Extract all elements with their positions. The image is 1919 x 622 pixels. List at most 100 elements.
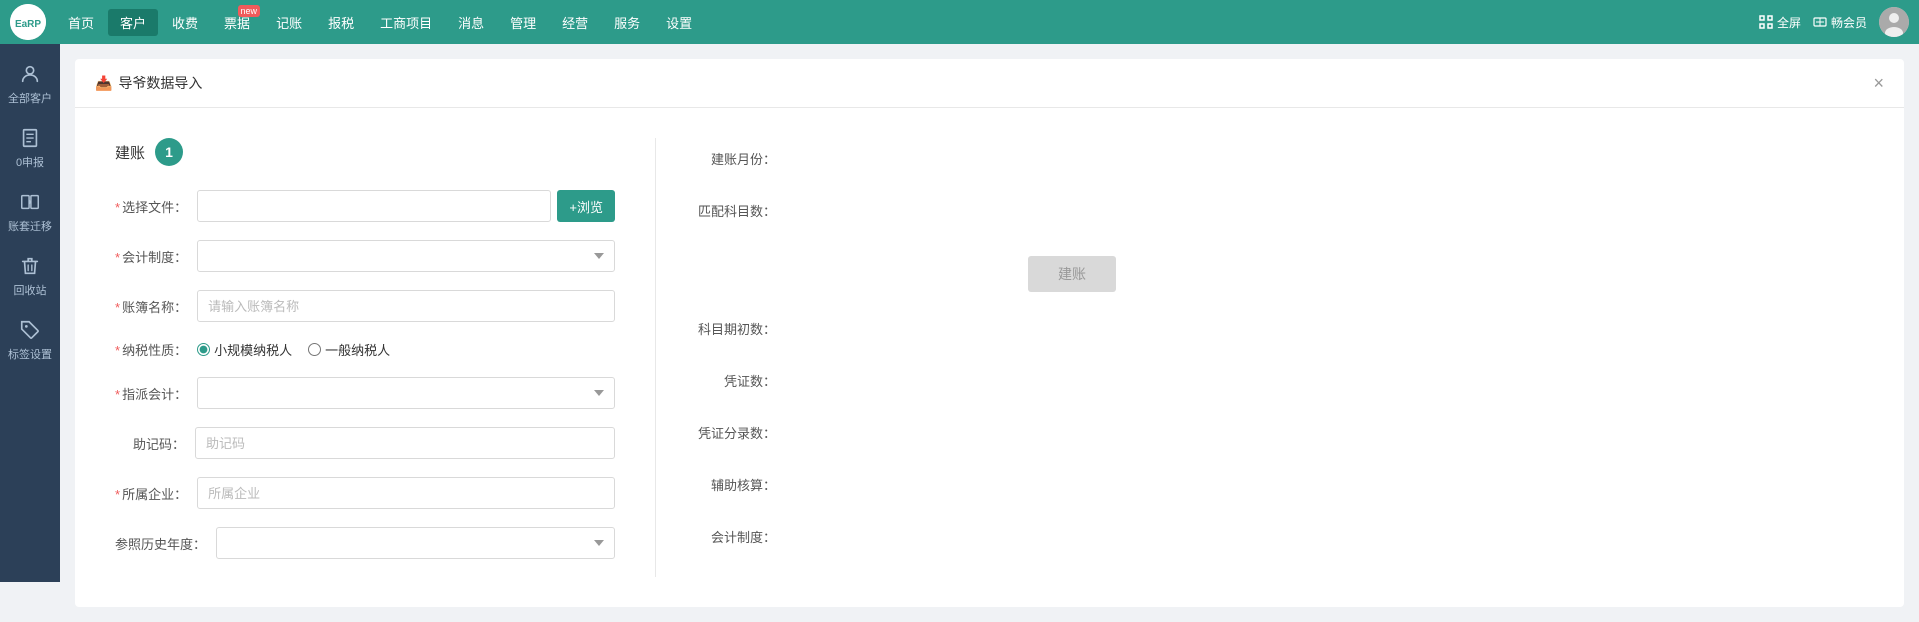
content-area: 📥 导爷数据导入 × 建账 1 *选择文件： <box>60 44 1919 622</box>
accounting-system-label: *会计制度： <box>115 247 197 266</box>
dialog-close-button[interactable]: × <box>1873 74 1884 92</box>
right-btn-area: 建账月份： 匹配科目数： 建账 科目期初数： <box>696 142 1176 572</box>
company-label: *所属企业： <box>115 484 197 503</box>
right-panel: 建账月份： 匹配科目数： 建账 科目期初数： <box>696 138 1176 577</box>
sidebar: 全部客户 0申报 账套迁移 回收站 <box>0 44 60 582</box>
history-year-select[interactable] <box>216 527 615 559</box>
accounting-system-info-label: 会计制度： <box>696 527 786 546</box>
tax-type-label: *纳税性质： <box>115 340 197 359</box>
sidebar-label-migration: 账套迁移 <box>8 218 52 234</box>
build-button[interactable]: 建账 <box>1028 256 1116 292</box>
accounting-system-select[interactable] <box>197 240 615 272</box>
sidebar-label-recycle: 回收站 <box>14 282 47 298</box>
book-name-input[interactable] <box>197 290 615 322</box>
build-month-label: 建账月份： <box>696 149 786 168</box>
nav-item-accounting[interactable]: 记账 <box>264 9 314 36</box>
aux-accounting-row: 辅助核算： <box>696 468 786 500</box>
tag-icon <box>18 318 42 342</box>
nav-item-fees[interactable]: 收费 <box>160 9 210 36</box>
nav-menu: 首页 客户 收费 票据 new 记账 报税 工商项目 消息 管理 经营 服务 设… <box>56 9 1759 36</box>
migrate-icon <box>18 190 42 214</box>
dialog-body: 建账 1 *选择文件： +浏览 <box>75 108 1904 607</box>
book-name-row: *账簿名称： <box>115 290 615 322</box>
nav-item-tax[interactable]: 报税 <box>316 9 366 36</box>
nav-item-services[interactable]: 服务 <box>602 9 652 36</box>
book-name-label: *账簿名称： <box>115 297 197 316</box>
fullscreen-button[interactable]: 全屏 <box>1759 14 1801 31</box>
company-input[interactable] <box>197 477 615 509</box>
dialog-title-area: 📥 导爷数据导入 <box>95 73 202 93</box>
nav-item-operations[interactable]: 经营 <box>550 9 600 36</box>
voucher-entries-row: 凭证分录数： <box>696 416 786 448</box>
file-input-wrap: +浏览 <box>197 190 615 222</box>
nav-badge-new: new <box>238 5 261 17</box>
vouchers-row: 凭证数： <box>696 364 786 396</box>
file-label: *选择文件： <box>115 197 197 216</box>
aux-accounting-label: 辅助核算： <box>696 475 786 494</box>
nav-item-tickets[interactable]: 票据 new <box>212 9 262 36</box>
trash-icon <box>18 254 42 278</box>
fullscreen-label: 全屏 <box>1777 14 1801 31</box>
match-subjects-row: 匹配科目数： <box>696 194 786 226</box>
sidebar-label-tags: 标签设置 <box>8 346 52 362</box>
file-icon <box>18 126 42 150</box>
accounting-system-row: *会计制度： <box>115 240 615 272</box>
nav-item-customer[interactable]: 客户 <box>108 9 158 36</box>
app-logo[interactable]: EaRP <box>10 4 46 40</box>
nav-item-business[interactable]: 工商项目 <box>368 9 444 36</box>
period-start-row: 科目期初数： <box>696 312 786 344</box>
match-subjects-label: 匹配科目数： <box>696 201 786 220</box>
history-year-row: 参照历史年度： <box>115 527 615 559</box>
build-month-row: 建账月份： <box>696 142 786 174</box>
tax-small-scale-label: 小规模纳税人 <box>214 340 292 359</box>
sidebar-item-all-customers[interactable]: 全部客户 <box>2 54 58 114</box>
vouchers-label: 凭证数： <box>696 371 786 390</box>
sidebar-item-tags[interactable]: 标签设置 <box>2 310 58 370</box>
main-layout: 📥 导爷数据导入 × 建账 1 *选择文件： <box>60 44 1919 622</box>
sidebar-item-zero-declaration[interactable]: 0申报 <box>2 118 58 178</box>
tax-general-radio[interactable] <box>308 343 321 356</box>
company-row: *所属企业： <box>115 477 615 509</box>
nav-item-home[interactable]: 首页 <box>56 9 106 36</box>
section-title: 建账 <box>115 142 145 163</box>
nav-item-management[interactable]: 管理 <box>498 9 548 36</box>
tax-type-row: *纳税性质： 小规模纳税人 一般纳税人 <box>115 340 615 359</box>
build-btn-container: 建账 <box>696 246 1176 292</box>
left-panel: 建账 1 *选择文件： +浏览 <box>115 138 615 577</box>
sidebar-label-all-customers: 全部客户 <box>8 90 52 106</box>
tax-small-scale-radio[interactable] <box>197 343 210 356</box>
voucher-entries-label: 凭证分录数： <box>696 423 786 442</box>
sidebar-item-recycle[interactable]: 回收站 <box>2 246 58 306</box>
tax-small-scale-option[interactable]: 小规模纳税人 <box>197 340 292 359</box>
sidebar-item-migration[interactable]: 账套迁移 <box>2 182 58 242</box>
import-icon: 📥 <box>95 75 112 92</box>
nav-item-settings[interactable]: 设置 <box>654 9 704 36</box>
file-input[interactable] <box>197 190 551 222</box>
browse-button[interactable]: +浏览 <box>557 190 615 222</box>
step-badge: 1 <box>155 138 183 166</box>
nav-right-area: 全屏 畅会员 <box>1759 7 1909 37</box>
tax-type-radio-group: 小规模纳税人 一般纳税人 <box>197 340 390 359</box>
panel-divider <box>655 138 656 577</box>
vip-label: 畅会员 <box>1831 14 1867 31</box>
accountant-select[interactable] <box>197 377 615 409</box>
nav-item-tickets-label: 票据 <box>224 16 250 31</box>
nav-item-messages[interactable]: 消息 <box>446 9 496 36</box>
accounting-system-info-row: 会计制度： <box>696 520 786 552</box>
memo-code-row: 助记码： <box>115 427 615 459</box>
vip-button[interactable]: 畅会员 <box>1813 14 1867 31</box>
dialog-card: 📥 导爷数据导入 × 建账 1 *选择文件： <box>75 59 1904 607</box>
accountant-row: *指派会计： <box>115 377 615 409</box>
memo-code-input[interactable] <box>195 427 615 459</box>
file-field-row: *选择文件： +浏览 <box>115 190 615 222</box>
tax-general-label: 一般纳税人 <box>325 340 390 359</box>
dialog-header: 📥 导爷数据导入 × <box>75 59 1904 108</box>
sidebar-label-zero-declaration: 0申报 <box>16 154 44 170</box>
period-start-label: 科目期初数： <box>696 319 786 338</box>
tax-general-option[interactable]: 一般纳税人 <box>308 340 390 359</box>
user-avatar[interactable] <box>1879 7 1909 37</box>
vip-icon <box>1813 15 1827 29</box>
memo-code-label: 助记码： <box>115 434 195 453</box>
fullscreen-icon <box>1759 15 1773 29</box>
history-year-label: 参照历史年度： <box>115 534 216 553</box>
